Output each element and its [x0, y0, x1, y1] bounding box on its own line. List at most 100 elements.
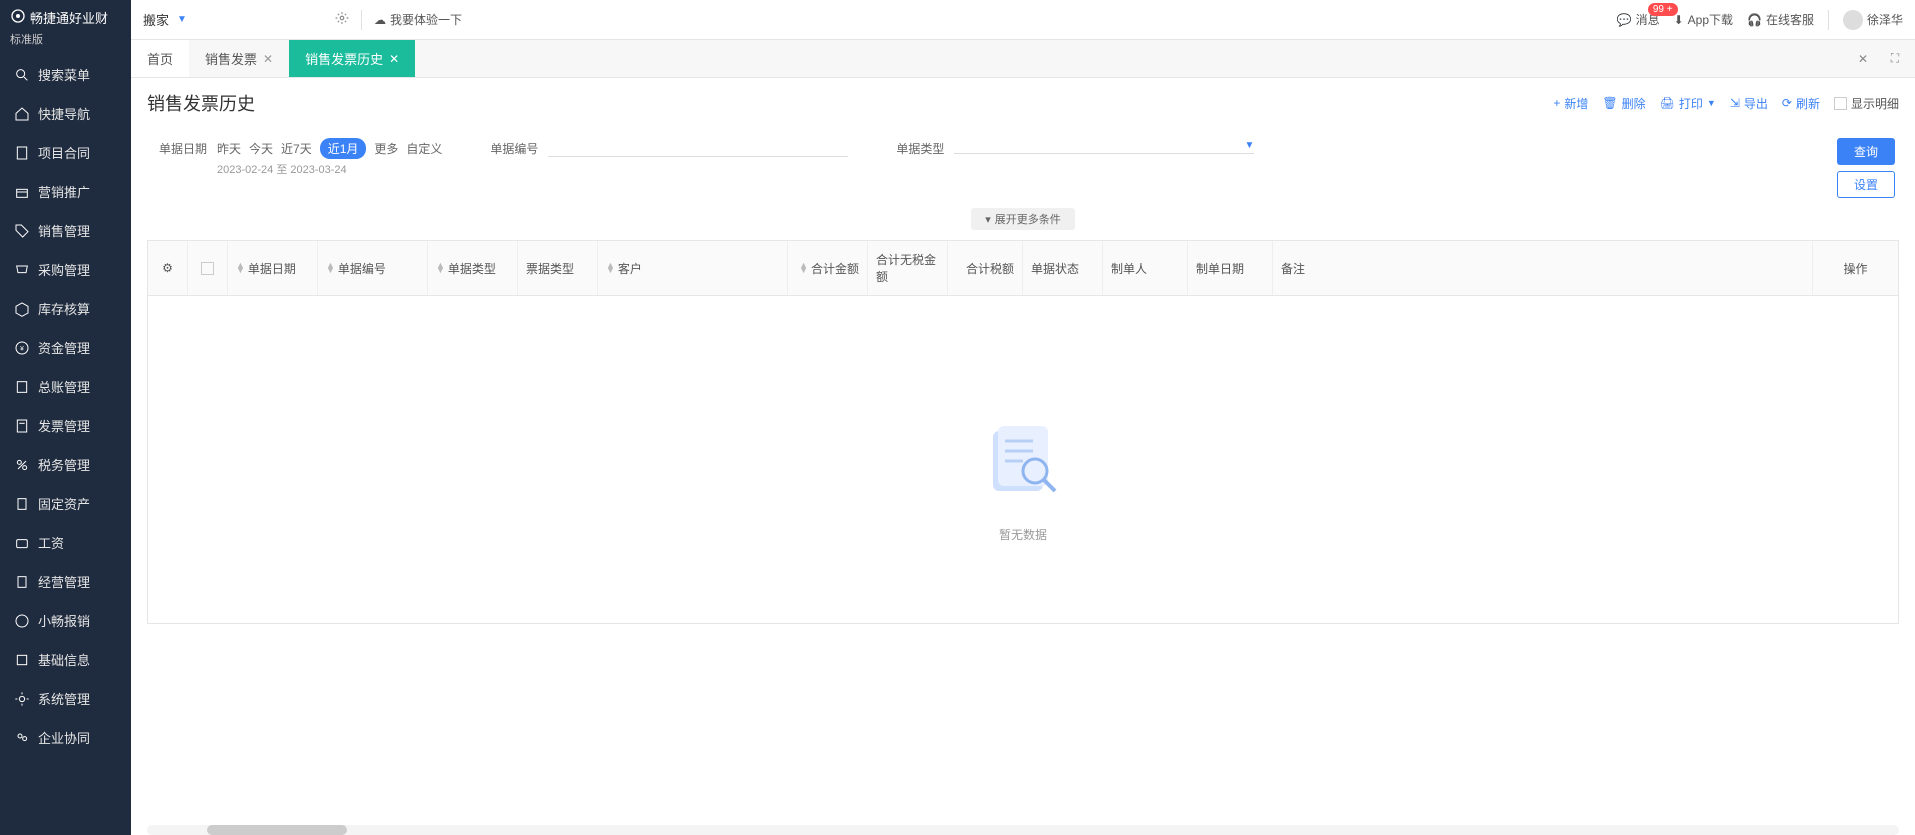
date-opt-1m[interactable]: 近1月 — [320, 138, 367, 159]
close-all-icon[interactable]: ✕ — [1851, 47, 1875, 71]
refresh-button[interactable]: ⟳刷新 — [1782, 95, 1820, 112]
headset-icon: 🎧 — [1747, 13, 1762, 27]
nav-quick[interactable]: 快捷导航 — [0, 94, 131, 133]
filter-area: 单据日期 昨天 今天 近7天 近1月 更多 自定义 2023-02-24 至 2… — [131, 128, 1915, 230]
col-notax[interactable]: 合计无税金额 — [868, 241, 948, 295]
nav-operation[interactable]: 经营管理 — [0, 562, 131, 601]
col-bill-type[interactable]: 票据类型 — [518, 241, 598, 295]
logo-icon — [10, 8, 26, 27]
nav-project[interactable]: 项目合同 — [0, 133, 131, 172]
checkbox-icon — [201, 262, 214, 275]
col-status[interactable]: 单据状态 — [1023, 241, 1103, 295]
nav-ledger[interactable]: 总账管理 — [0, 367, 131, 406]
nav-inventory[interactable]: 库存核算 — [0, 289, 131, 328]
percent-icon — [14, 457, 30, 473]
message-link[interactable]: 💬 消息 99 + — [1617, 11, 1660, 28]
col-maker[interactable]: 制单人 — [1103, 241, 1188, 295]
date-opt-today[interactable]: 今天 — [249, 140, 273, 157]
close-icon[interactable]: ✕ — [263, 52, 273, 66]
col-checkbox[interactable] — [188, 241, 228, 295]
show-detail-toggle[interactable]: 显示明细 — [1834, 95, 1899, 112]
nav-assets[interactable]: 固定资产 — [0, 484, 131, 523]
code-input[interactable] — [548, 138, 848, 157]
org-name: 搬家 — [143, 10, 169, 29]
user-menu[interactable]: 徐泽华 — [1843, 10, 1903, 30]
coin-icon — [14, 613, 30, 629]
horizontal-scrollbar[interactable] — [147, 825, 1899, 835]
nav-sales[interactable]: 销售管理 — [0, 211, 131, 250]
date-opt-more[interactable]: 更多 — [374, 140, 398, 157]
receipt-icon — [14, 418, 30, 434]
support-link[interactable]: 🎧 在线客服 — [1747, 11, 1814, 28]
nav-salary[interactable]: 工资 — [0, 523, 131, 562]
query-button[interactable]: 查询 — [1837, 138, 1895, 165]
tabs: 首页 销售发票 ✕ 销售发票历史 ✕ ✕ ⛶ — [131, 40, 1915, 78]
date-opt-7d[interactable]: 近7天 — [281, 140, 312, 157]
gear-icon: ⚙ — [162, 261, 173, 275]
brand-name: 畅捷通好业财 — [30, 8, 108, 27]
col-remark[interactable]: 备注 — [1273, 241, 1813, 295]
nav-marketing[interactable]: 营销推广 — [0, 172, 131, 211]
col-code[interactable]: ▲▼单据编号 — [318, 241, 428, 295]
page-title: 销售发票历史 — [147, 90, 255, 116]
nav-system[interactable]: 系统管理 — [0, 679, 131, 718]
col-type[interactable]: ▲▼单据类型 — [428, 241, 518, 295]
book-icon — [14, 379, 30, 395]
sort-icon: ▲▼ — [606, 263, 615, 273]
checkbox-icon — [1834, 97, 1847, 110]
close-icon[interactable]: ✕ — [389, 52, 399, 66]
nav-baseinfo[interactable]: 基础信息 — [0, 640, 131, 679]
nav-funds[interactable]: ¥资金管理 — [0, 328, 131, 367]
tab-home[interactable]: 首页 — [131, 40, 189, 77]
col-make-date[interactable]: 制单日期 — [1188, 241, 1273, 295]
type-select[interactable]: ▼ — [954, 138, 1254, 154]
sort-icon: ▲▼ — [799, 263, 808, 273]
fullscreen-icon[interactable]: ⛶ — [1883, 47, 1907, 71]
org-selector[interactable]: 搬家 ▼ — [143, 10, 323, 29]
tab-sales-invoice-history[interactable]: 销售发票历史 ✕ — [289, 40, 415, 77]
users-icon — [14, 730, 30, 746]
col-operation[interactable]: 操作 — [1813, 241, 1898, 295]
money-icon: ¥ — [14, 340, 30, 356]
nav-tax[interactable]: 税务管理 — [0, 445, 131, 484]
nav-collab[interactable]: 企业协同 — [0, 718, 131, 757]
date-label: 单据日期 — [151, 138, 207, 157]
add-button[interactable]: +新增 — [1553, 95, 1588, 112]
nav-purchase[interactable]: 采购管理 — [0, 250, 131, 289]
col-total[interactable]: ▲▼合计金额 — [788, 241, 868, 295]
filter-date: 单据日期 昨天 今天 近7天 近1月 更多 自定义 2023-02-24 至 2… — [151, 138, 442, 177]
sort-icon: ▲▼ — [236, 263, 245, 273]
experience-link[interactable]: ☁ 我要体验一下 — [374, 11, 462, 28]
settings-button[interactable]: 设置 — [1837, 171, 1895, 198]
tab-sales-invoice[interactable]: 销售发票 ✕ — [189, 40, 289, 77]
export-button[interactable]: ⇲导出 — [1730, 95, 1768, 112]
nav-expense[interactable]: 小畅报销 — [0, 601, 131, 640]
document-icon — [14, 145, 30, 161]
col-date[interactable]: ▲▼单据日期 — [228, 241, 318, 295]
nav-search[interactable]: 搜索菜单 — [0, 55, 131, 94]
sidebar: 畅捷通好业财 标准版 搜索菜单 快捷导航 项目合同 营销推广 销售管理 采购管理… — [0, 0, 131, 835]
expand-filters-button[interactable]: ▾ 展开更多条件 — [971, 208, 1075, 230]
download-link[interactable]: ⬇ App下载 — [1674, 11, 1733, 28]
date-opt-custom[interactable]: 自定义 — [406, 140, 442, 157]
topbar: 搬家 ▼ ☁ 我要体验一下 💬 消息 99 + ⬇ App下载 — [131, 0, 1915, 40]
delete-button[interactable]: 🗑删除 — [1602, 95, 1645, 112]
trash-icon: 🗑 — [1602, 96, 1617, 110]
org-settings-icon[interactable] — [335, 11, 349, 28]
gift-icon — [14, 184, 30, 200]
box-icon — [14, 301, 30, 317]
col-settings[interactable]: ⚙ — [148, 241, 188, 295]
search-icon — [14, 67, 30, 83]
brand-edition: 标准版 — [0, 31, 131, 55]
col-tax[interactable]: 合计税额 — [948, 241, 1023, 295]
sort-icon: ▲▼ — [436, 263, 445, 273]
gear-icon — [14, 691, 30, 707]
date-opt-yesterday[interactable]: 昨天 — [217, 140, 241, 157]
code-label: 单据编号 — [482, 138, 538, 157]
col-customer[interactable]: ▲▼客户 — [598, 241, 788, 295]
download-icon: ⬇ — [1674, 13, 1684, 27]
nav-invoice[interactable]: 发票管理 — [0, 406, 131, 445]
print-button[interactable]: 🖨打印▼ — [1660, 95, 1716, 112]
info-icon — [14, 652, 30, 668]
chevron-down-icon: ▾ — [985, 213, 991, 226]
